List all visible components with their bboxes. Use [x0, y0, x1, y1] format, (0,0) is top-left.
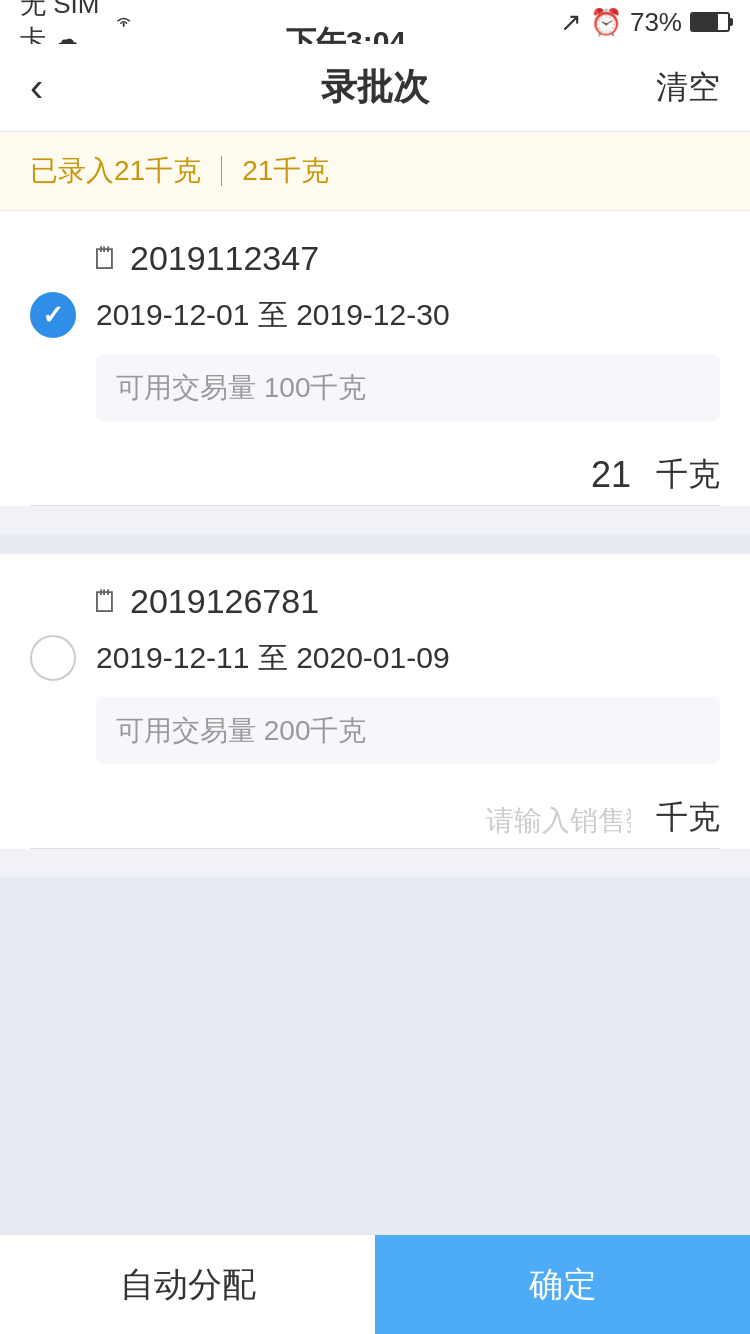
- batch-date-2: 2019-12-11 至 2020-01-09: [96, 638, 450, 679]
- back-button[interactable]: ‹: [30, 65, 43, 110]
- alarm-icon: ⏰: [590, 7, 622, 38]
- recorded-value: 21千克: [242, 152, 329, 190]
- batch-icon-1: 🗒: [90, 242, 120, 276]
- amount-underline-1: [30, 505, 720, 506]
- nav-bar: ‹ 录批次 清空: [0, 44, 750, 132]
- batch-id-row-2: 🗒 2019126781: [30, 582, 720, 621]
- amount-input-2[interactable]: [486, 797, 646, 839]
- available-row-2: 可用交易量 200千克: [96, 697, 720, 764]
- clear-button[interactable]: 清空: [656, 66, 720, 110]
- info-banner: 已录入21千克 21千克: [0, 132, 750, 211]
- batch-date-1: 2019-12-01 至 2019-12-30: [96, 295, 450, 336]
- amount-row-2: 千克: [0, 780, 750, 840]
- batch-item-1: 🗒 2019112347 2019-12-01 至 2019-12-30 可用交…: [0, 211, 750, 421]
- amount-input-1[interactable]: [486, 454, 646, 496]
- batch-icon-2: 🗒: [90, 585, 120, 619]
- battery-percent: 73%: [630, 7, 682, 38]
- available-row-1: 可用交易量 100千克: [96, 354, 720, 421]
- section-divider: [0, 534, 750, 554]
- location-icon: ↗: [560, 7, 582, 38]
- unit-2: 千克: [656, 796, 720, 840]
- amount-underline-2: [30, 848, 720, 849]
- radio-1[interactable]: [30, 292, 76, 338]
- page-title: 录批次: [321, 63, 429, 112]
- available-text-1: 可用交易量 100千克: [116, 372, 367, 403]
- auto-distribute-button[interactable]: 自动分配: [0, 1235, 375, 1334]
- status-bar: 无 SIM 卡 ☁ 下午3:04 ↗ ⏰ 73%: [0, 0, 750, 44]
- info-divider: [221, 156, 222, 186]
- batch-id-row-1: 🗒 2019112347: [30, 239, 720, 278]
- status-right: ↗ ⏰ 73%: [560, 7, 730, 38]
- batch-card-2: 🗒 2019126781 2019-12-11 至 2020-01-09 可用交…: [0, 554, 750, 849]
- batch-date-row-1[interactable]: 2019-12-01 至 2019-12-30: [30, 292, 720, 338]
- recorded-label: 已录入21千克: [30, 152, 201, 190]
- confirm-button[interactable]: 确定: [375, 1235, 750, 1334]
- available-text-2: 可用交易量 200千克: [116, 715, 367, 746]
- batch-date-row-2[interactable]: 2019-12-11 至 2020-01-09: [30, 635, 720, 681]
- batch-item-2: 🗒 2019126781 2019-12-11 至 2020-01-09 可用交…: [0, 554, 750, 764]
- batch-id-2: 2019126781: [130, 582, 319, 621]
- unit-1: 千克: [656, 453, 720, 497]
- bottom-bar: 自动分配 确定: [0, 1234, 750, 1334]
- radio-2[interactable]: [30, 635, 76, 681]
- battery-tip: [730, 18, 733, 26]
- amount-row-1: 千克: [0, 437, 750, 497]
- wifi-icon: [115, 11, 132, 33]
- batch-id-1: 2019112347: [130, 239, 319, 278]
- battery-icon: [690, 12, 730, 32]
- content-area: 🗒 2019112347 2019-12-01 至 2019-12-30 可用交…: [0, 211, 750, 1334]
- batch-card-1: 🗒 2019112347 2019-12-01 至 2019-12-30 可用交…: [0, 211, 750, 506]
